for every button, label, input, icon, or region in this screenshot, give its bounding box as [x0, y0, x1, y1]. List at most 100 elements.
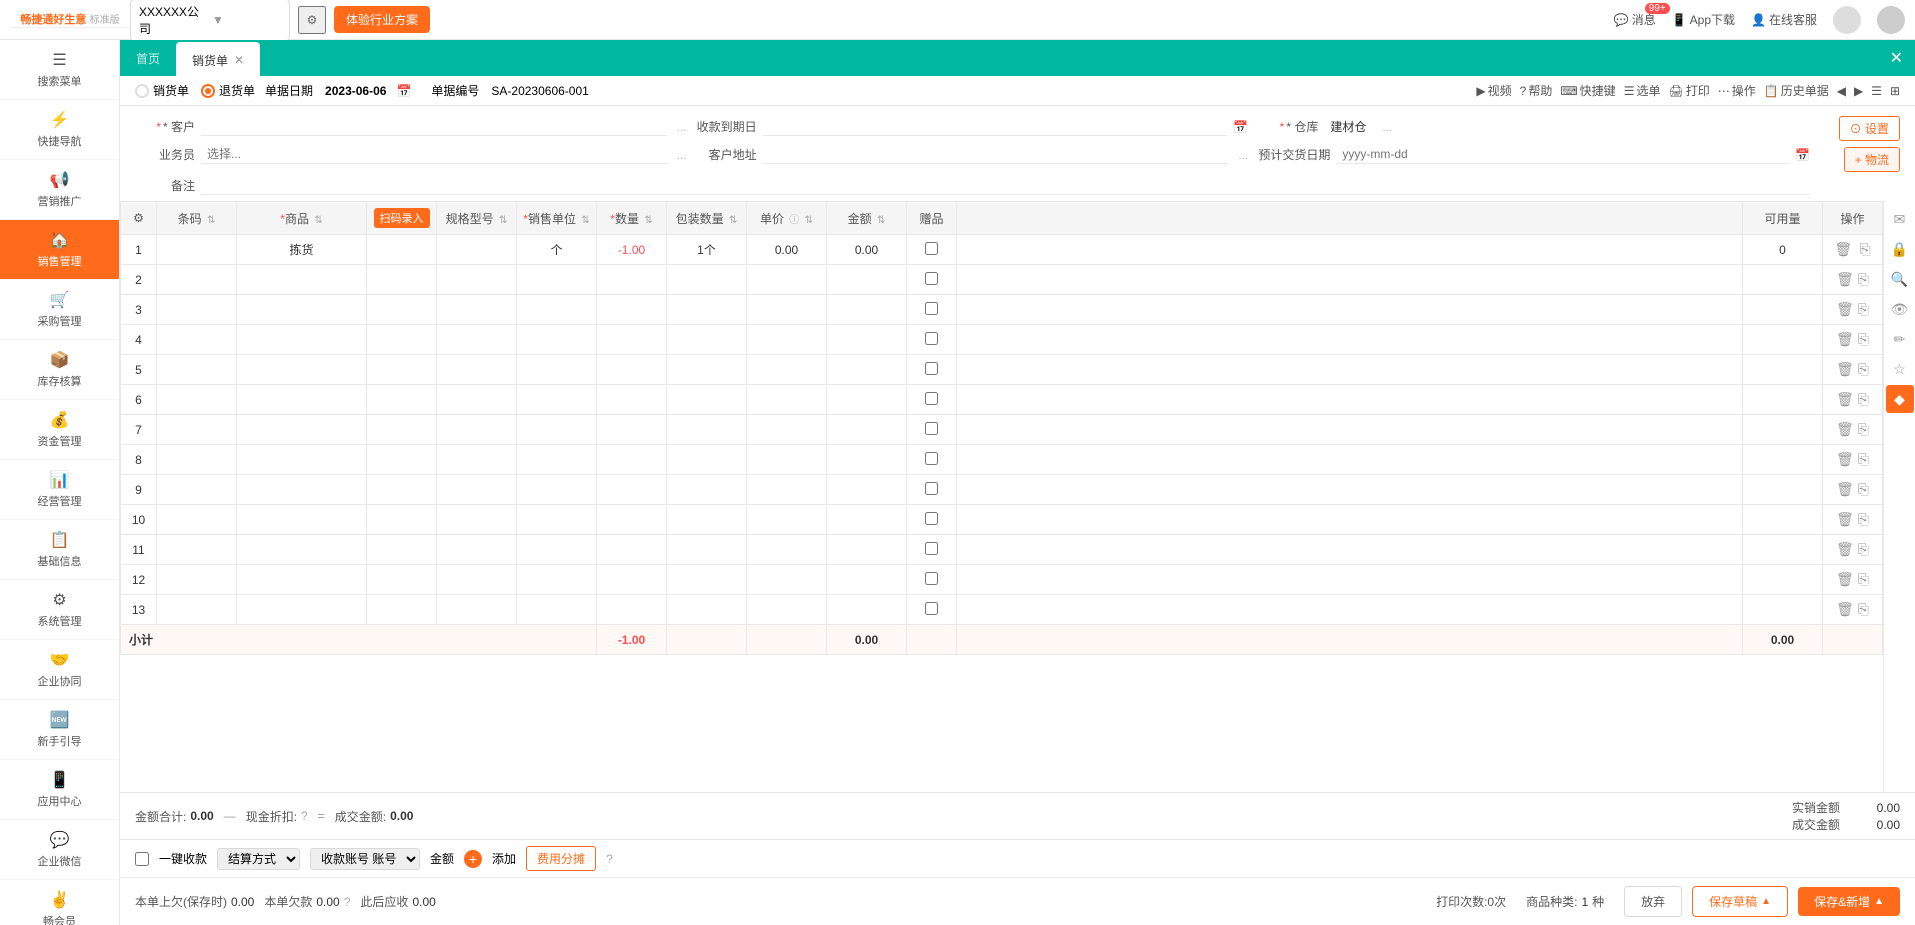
customer-dots[interactable]: ...	[677, 120, 687, 134]
customer-input[interactable]	[201, 117, 667, 136]
delete-row-icon[interactable]: 🗑	[1836, 571, 1854, 587]
sidebar-item-guide[interactable]: 🆕 新手引导	[0, 700, 119, 760]
gift-checkbox[interactable]	[925, 572, 938, 585]
copy-row-icon[interactable]: ⎘	[1858, 331, 1869, 347]
payment-account-select[interactable]: 收款账号 账号	[310, 848, 420, 870]
copy-row-icon[interactable]: ⎘	[1858, 391, 1869, 407]
next-button[interactable]: ▶	[1854, 84, 1863, 98]
sidebar-item-inventory[interactable]: 📦 库存核算	[0, 340, 119, 400]
close-all-tabs-button[interactable]: ✕	[1878, 48, 1915, 68]
copy-row-icon[interactable]: ⎘	[1858, 601, 1869, 617]
online-service-button[interactable]: 👤 在线客服	[1751, 11, 1817, 28]
cell-price[interactable]: 0.00	[747, 235, 827, 265]
calendar-icon[interactable]: 📅	[1233, 120, 1248, 134]
gift-checkbox[interactable]	[925, 242, 938, 255]
copy-row-icon[interactable]: ⎘	[1858, 541, 1869, 557]
sidebar-item-apps[interactable]: 📱 应用中心	[0, 760, 119, 820]
company-selector[interactable]: XXXXXX公司 ▼	[130, 0, 290, 41]
scan-button[interactable]: 扫码录入	[374, 208, 430, 228]
delete-row-icon[interactable]: 🗑	[1836, 481, 1854, 497]
history-button[interactable]: 📋 历史单据	[1764, 82, 1829, 99]
gift-checkbox[interactable]	[925, 482, 938, 495]
gift-checkbox[interactable]	[925, 602, 938, 615]
avatar-secondary[interactable]	[1877, 6, 1905, 34]
sidebar-item-operations[interactable]: 📊 经营管理	[0, 460, 119, 520]
calendar-icon[interactable]: 📅	[396, 84, 411, 98]
cell-amount[interactable]: 0.00	[827, 235, 907, 265]
prev-button[interactable]: ◀	[1837, 84, 1846, 98]
logistics-button[interactable]: + 物流	[1844, 147, 1900, 172]
tab-sales-order[interactable]: 销货单 ✕	[176, 42, 260, 78]
discard-button[interactable]: 放弃	[1624, 886, 1682, 917]
payment-method-select[interactable]: 结算方式	[217, 848, 300, 870]
avatar[interactable]	[1833, 6, 1861, 34]
th-settings[interactable]: ⚙	[121, 202, 157, 235]
cell-barcode[interactable]	[157, 235, 237, 265]
salesperson-input[interactable]	[201, 145, 667, 164]
sidebar-item-search[interactable]: ☰ 搜索菜单	[0, 40, 119, 100]
rp-edit-icon[interactable]: ✏	[1886, 325, 1914, 353]
gift-checkbox[interactable]	[925, 422, 938, 435]
copy-row-icon[interactable]: ⎘	[1858, 301, 1869, 317]
cell-pkgqty[interactable]: 1个	[667, 235, 747, 265]
rp-eye-icon[interactable]: 👁	[1886, 295, 1914, 323]
sidebar-item-enterprise[interactable]: 🤝 企业协同	[0, 640, 119, 700]
copy-row-icon[interactable]: ⎘	[1858, 361, 1869, 377]
shortcut-button[interactable]: ⌨ 快捷键	[1560, 82, 1615, 99]
tab-home[interactable]: 首页	[120, 40, 176, 76]
help-button[interactable]: ? 帮助	[1520, 82, 1553, 99]
delete-row-icon[interactable]: 🗑	[1836, 331, 1854, 347]
sidebar-item-member[interactable]: ✌ 畅会员	[0, 880, 119, 925]
app-download-button[interactable]: 📱 App下载	[1672, 11, 1735, 28]
save-new-button[interactable]: 保存&新增 ▲	[1798, 887, 1900, 916]
expected-calendar-icon[interactable]: 📅	[1795, 148, 1810, 162]
customer-addr-dots[interactable]: ...	[1238, 148, 1248, 162]
delete-row-icon[interactable]: 🗑	[1836, 511, 1854, 527]
sidebar-item-quicknav[interactable]: ⚡ 快捷导航	[0, 100, 119, 160]
sidebar-item-finance[interactable]: 💰 资金管理	[0, 400, 119, 460]
gift-checkbox[interactable]	[925, 332, 938, 345]
operation-button[interactable]: ⋯ 操作	[1718, 82, 1756, 99]
sidebar-item-system[interactable]: ⚙ 系统管理	[0, 580, 119, 640]
copy-row-icon[interactable]: ⎘	[1859, 241, 1870, 257]
rp-lock-icon[interactable]: 🔒	[1886, 235, 1914, 263]
list-view-button[interactable]: ☰	[1871, 84, 1882, 98]
onepay-checkbox[interactable]	[135, 852, 149, 866]
cell-note[interactable]	[957, 235, 1743, 265]
cell-product[interactable]: 拣货	[237, 235, 367, 265]
message-button[interactable]: 💬 消息 99+	[1614, 11, 1656, 28]
sidebar-item-sales[interactable]: 🏠 销售管理	[0, 220, 119, 280]
expense-split-button[interactable]: 费用分摊	[526, 846, 596, 871]
gift-checkbox[interactable]	[925, 452, 938, 465]
gift-checkbox[interactable]	[925, 512, 938, 525]
note-input[interactable]	[201, 176, 1810, 195]
delete-row-icon[interactable]: 🗑	[1836, 451, 1854, 467]
copy-row-icon[interactable]: ⎘	[1858, 421, 1869, 437]
sidebar-item-purchase[interactable]: 🛒 采购管理	[0, 280, 119, 340]
radio-return-order[interactable]: 退货单	[201, 82, 255, 99]
select-button[interactable]: ☰ 选单	[1624, 82, 1661, 99]
gift-checkbox[interactable]	[925, 302, 938, 315]
rp-message-icon[interactable]: ✉	[1886, 205, 1914, 233]
cell-spec[interactable]	[437, 235, 517, 265]
customer-addr-input[interactable]	[763, 145, 1229, 164]
copy-row-icon[interactable]: ⎘	[1858, 451, 1869, 467]
video-button[interactable]: ▶ 视频	[1476, 82, 1511, 99]
sidebar-item-basic[interactable]: 📋 基础信息	[0, 520, 119, 580]
delete-row-icon[interactable]: 🗑	[1836, 421, 1854, 437]
cell-qty[interactable]: -1.00	[597, 235, 667, 265]
settings-icon[interactable]: ⚙	[298, 6, 326, 34]
copy-row-icon[interactable]: ⎘	[1858, 571, 1869, 587]
copy-row-icon[interactable]: ⎘	[1858, 511, 1869, 527]
delete-row-icon[interactable]: 🗑	[1836, 391, 1854, 407]
delete-row-icon[interactable]: 🗑	[1836, 541, 1854, 557]
print-button[interactable]: 🖨 打印	[1668, 82, 1709, 99]
save-draft-button[interactable]: 保存草稿 ▲	[1692, 886, 1788, 917]
delete-row-icon[interactable]: 🗑	[1834, 241, 1852, 257]
expected-date-input[interactable]	[1336, 145, 1789, 164]
sidebar-item-wechat[interactable]: 💬 企业微信	[0, 820, 119, 880]
setting-button[interactable]: ⊙ 设置	[1839, 116, 1900, 141]
trial-button[interactable]: 体验行业方案	[334, 6, 430, 33]
salesperson-dots[interactable]: ...	[677, 148, 687, 162]
delete-row-icon[interactable]: 🗑	[1836, 301, 1854, 317]
